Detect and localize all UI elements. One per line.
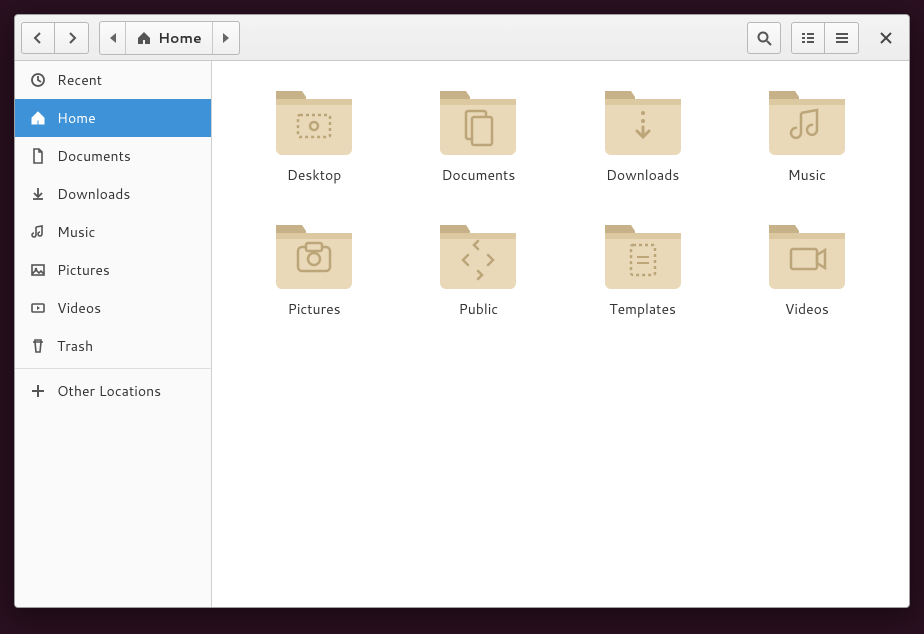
sidebar-item-music[interactable]: Music: [15, 213, 211, 251]
path-prev-button[interactable]: [100, 22, 126, 54]
search-icon: [756, 30, 772, 46]
document-icon: [30, 148, 46, 164]
forward-button[interactable]: [55, 22, 89, 54]
folder-downloads[interactable]: Downloads: [563, 81, 723, 185]
folder-icon: [765, 215, 849, 291]
videos-icon: [30, 300, 46, 316]
search-button[interactable]: [747, 22, 781, 54]
sidebar-item-label: Videos: [57, 298, 101, 318]
triangle-left-icon: [109, 33, 117, 43]
sidebar-separator: [15, 368, 211, 369]
body: Recent Home Documents Downloads Music Picture…: [15, 61, 909, 607]
sidebar-item-label: Music: [57, 222, 95, 242]
folder-videos[interactable]: Videos: [727, 215, 887, 319]
file-manager-window: Home RecentHomeDocumentsDownloadsMusicP: [14, 14, 910, 608]
chevron-right-icon: [66, 32, 78, 44]
list-icon: [800, 30, 816, 46]
folder-documents[interactable]: Documents: [398, 81, 558, 185]
sidebar-item-home[interactable]: Home: [15, 99, 211, 137]
sidebar-item-trash[interactable]: Trash: [15, 327, 211, 365]
sidebar: Recent Home Documents Downloads Music Picture…: [15, 61, 212, 607]
folder-label: Pictures: [288, 299, 341, 319]
headerbar: Home: [15, 15, 909, 61]
sidebar-item-documents[interactable]: Documents: [15, 137, 211, 175]
hamburger-icon: [834, 30, 850, 46]
sidebar-item-recent[interactable]: Recent: [15, 61, 211, 99]
sidebar-item-label: Recent: [57, 70, 102, 90]
folder-label: Desktop: [287, 165, 341, 185]
sidebar-item-pictures[interactable]: Pictures: [15, 251, 211, 289]
sidebar-item-label: Trash: [57, 336, 93, 356]
close-button[interactable]: [869, 22, 903, 54]
folder-music[interactable]: Music: [727, 81, 887, 185]
folder-label: Music: [788, 165, 826, 185]
folder-templates[interactable]: Templates: [563, 215, 723, 319]
pathbar: Home: [99, 21, 240, 55]
folder-icon: [272, 215, 356, 291]
path-segment-home[interactable]: Home: [126, 22, 213, 54]
sidebar-item-label: Downloads: [57, 184, 130, 204]
plus-icon: [30, 383, 46, 399]
sidebar-item-videos[interactable]: Videos: [15, 289, 211, 327]
trash-icon: [30, 338, 46, 354]
folder-icon: [436, 81, 520, 157]
folder-icon: [436, 215, 520, 291]
home-icon: [136, 30, 152, 46]
folder-label: Public: [459, 299, 499, 319]
download-icon: [30, 186, 46, 202]
home-icon: [30, 110, 46, 126]
sidebar-item-other-locations[interactable]: Other Locations: [15, 372, 211, 410]
content-area[interactable]: Desktop Documents Downloads Music Pictures Pu…: [212, 61, 909, 607]
back-button[interactable]: [21, 22, 55, 54]
sidebar-item-label: Pictures: [57, 260, 110, 280]
folder-icon: [601, 81, 685, 157]
sidebar-item-label: Home: [57, 108, 96, 128]
folder-pictures[interactable]: Pictures: [234, 215, 394, 319]
folder-label: Templates: [609, 299, 676, 319]
sidebar-item-label: Other Locations: [57, 381, 161, 401]
path-segment-label: Home: [158, 28, 202, 48]
chevron-left-icon: [32, 32, 44, 44]
folder-icon: [601, 215, 685, 291]
folder-desktop[interactable]: Desktop: [234, 81, 394, 185]
pictures-icon: [30, 262, 46, 278]
triangle-right-icon: [222, 33, 230, 43]
icon-grid: Desktop Documents Downloads Music Pictures Pu…: [232, 81, 889, 319]
list-view-button[interactable]: [791, 22, 825, 54]
view-buttons: [791, 22, 859, 54]
sidebar-item-label: Documents: [57, 146, 131, 166]
close-icon: [879, 31, 893, 45]
path-next-button[interactable]: [213, 22, 239, 54]
folder-label: Videos: [785, 299, 829, 319]
folder-label: Downloads: [606, 165, 679, 185]
clock-icon: [30, 72, 46, 88]
music-icon: [30, 224, 46, 240]
folder-icon: [765, 81, 849, 157]
sidebar-item-downloads[interactable]: Downloads: [15, 175, 211, 213]
folder-icon: [272, 81, 356, 157]
menu-button[interactable]: [825, 22, 859, 54]
nav-buttons: [21, 22, 89, 54]
folder-public[interactable]: Public: [398, 215, 558, 319]
folder-label: Documents: [441, 165, 515, 185]
